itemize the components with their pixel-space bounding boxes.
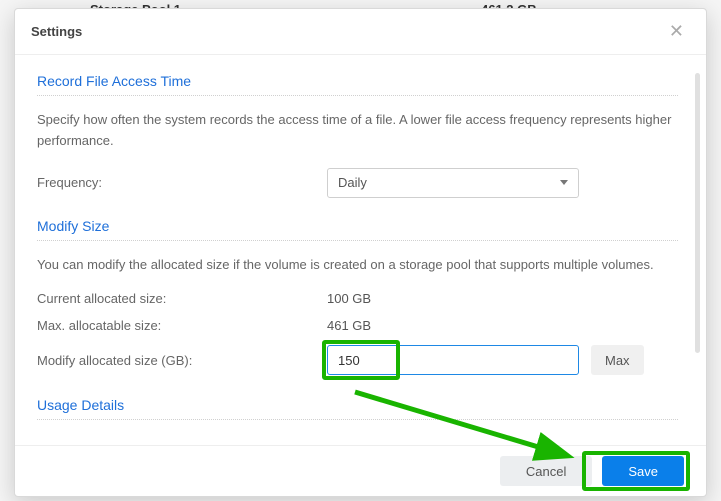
frequency-select[interactable]: Daily [327,168,579,198]
dialog-body: Record File Access Time Specify how ofte… [15,55,706,445]
frequency-label: Frequency: [37,175,327,190]
record-description: Specify how often the system records the… [37,110,678,152]
modify-size-input[interactable] [327,345,579,375]
chevron-down-icon [560,180,568,185]
cancel-button[interactable]: Cancel [500,456,592,486]
close-icon[interactable]: ✕ [663,19,690,44]
frequency-row: Frequency: Daily [37,168,678,198]
section-usage-title: Usage Details [37,397,678,420]
modify-size-input-wrap: Max [327,345,644,375]
current-size-value: 100 GB [327,291,371,306]
dialog-footer: Cancel Save [15,445,706,496]
max-button[interactable]: Max [591,345,644,375]
save-button[interactable]: Save [602,456,684,486]
frequency-value: Daily [338,175,367,190]
dialog-title: Settings [31,24,663,39]
scrollbar[interactable] [695,73,700,353]
dialog-header: Settings ✕ [15,9,706,55]
modify-size-row: Modify allocated size (GB): Max [37,345,678,375]
modify-size-label: Modify allocated size (GB): [37,353,327,368]
max-size-row: Max. allocatable size: 461 GB [37,318,678,333]
settings-dialog: Settings ✕ Record File Access Time Speci… [14,8,707,497]
modify-description: You can modify the allocated size if the… [37,255,678,276]
section-record-title: Record File Access Time [37,73,678,96]
current-size-label: Current allocated size: [37,291,327,306]
section-modify-title: Modify Size [37,218,678,241]
current-size-row: Current allocated size: 100 GB [37,291,678,306]
max-size-value: 461 GB [327,318,371,333]
max-size-label: Max. allocatable size: [37,318,327,333]
